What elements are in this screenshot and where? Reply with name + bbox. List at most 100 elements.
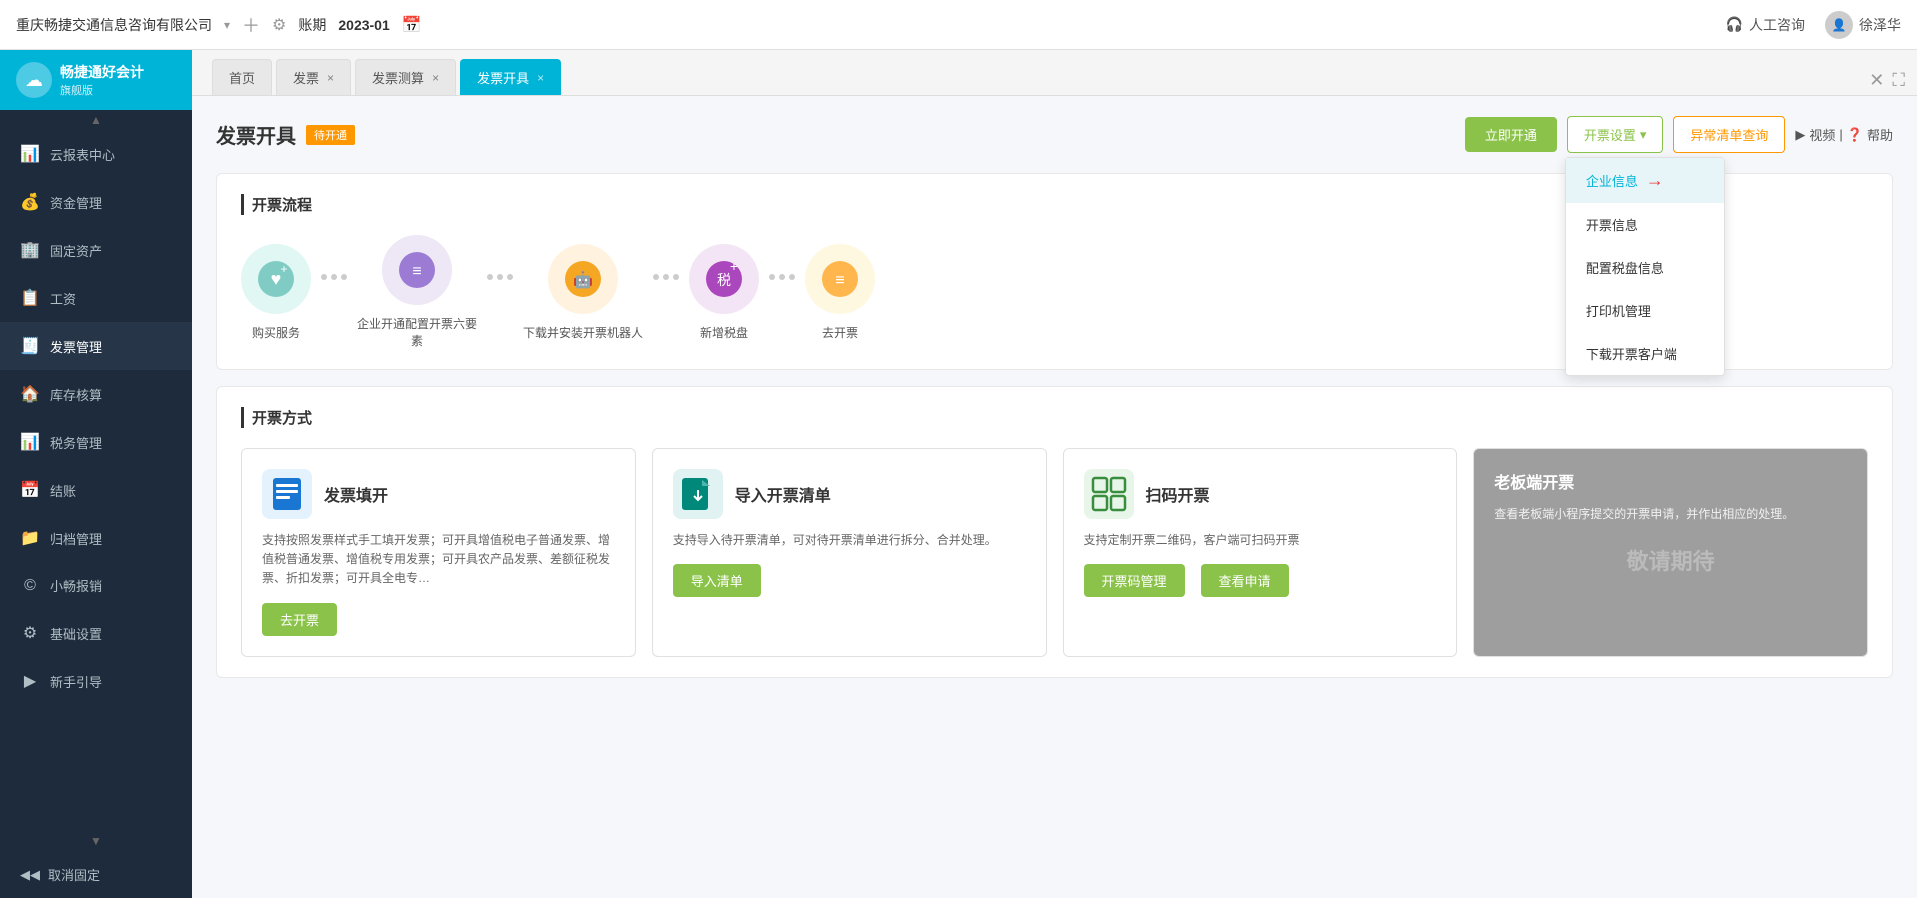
svg-text:≡: ≡: [412, 263, 421, 280]
cancel-fixed-button[interactable]: ◀◀ 取消固定: [0, 851, 192, 898]
sidebar-item-label: 发票管理: [50, 337, 102, 356]
sidebar-item-fund[interactable]: 💰 资金管理: [0, 178, 192, 226]
sidebar-item-guide[interactable]: ▶ 新手引导: [0, 657, 192, 705]
maximize-icon[interactable]: ⛶: [1892, 70, 1905, 91]
method-cards: 发票填开 支持按照发票样式手工填开发票；可开具增值税电子普通发票、增值税普通发票…: [241, 448, 1868, 657]
fill-desc: 支持按照发票样式手工填开发票；可开具增值税电子普通发票、增值税普通发票、增值税专…: [262, 531, 615, 589]
user-info[interactable]: 👤 徐泽华: [1825, 11, 1901, 39]
service-button[interactable]: 🎧 人工咨询: [1726, 15, 1805, 35]
method-card-fill: 发票填开 支持按照发票样式手工填开发票；可开具增值税电子普通发票、增值税普通发票…: [241, 448, 636, 657]
connector-3: [651, 274, 681, 280]
exception-button[interactable]: 异常清单查询: [1673, 116, 1785, 153]
sidebar-item-label: 结账: [50, 481, 76, 500]
sidebar-scroll-up[interactable]: ▲: [0, 110, 192, 130]
activate-button[interactable]: 立即开通: [1465, 117, 1557, 152]
boss-title: 老板端开票: [1494, 469, 1574, 493]
buy-label: 购买服务: [252, 324, 300, 341]
sidebar-item-label: 基础设置: [50, 624, 102, 643]
sidebar-item-label: 归档管理: [50, 529, 102, 548]
svg-text:+: +: [280, 262, 287, 276]
sidebar-logo: ☁ 畅捷通好会计 旗舰版: [0, 50, 192, 110]
method-card-boss: 老板端开票 查看老板端小程序提交的开票申请，并作出相应的处理。 敬请期待: [1473, 448, 1868, 657]
sidebar-item-report[interactable]: © 小畅报销: [0, 562, 192, 609]
sidebar-item-label: 云报表中心: [50, 145, 115, 164]
sidebar-item-fixed-asset[interactable]: 🏢 固定资产: [0, 226, 192, 274]
sidebar-item-label: 小畅报销: [50, 576, 102, 595]
sidebar-scroll-down[interactable]: ▼: [0, 831, 192, 851]
connector-1: [319, 274, 349, 280]
archive-icon: 📁: [20, 528, 40, 548]
qrcode-manage-button[interactable]: 开票码管理: [1084, 564, 1185, 597]
configure-label: 企业开通配置开票六要素: [357, 315, 477, 349]
connector-2: [485, 274, 515, 280]
scan-title: 扫码开票: [1146, 482, 1210, 506]
add-disk-label: 新增税盘: [700, 324, 748, 341]
flow-step-buy: ♥ + 购买服务: [241, 244, 311, 341]
page-title: 发票开具: [216, 120, 296, 149]
tab-invoice-test-close[interactable]: ×: [432, 71, 439, 85]
dropdown-item-download-client[interactable]: 下载开票客户端: [1566, 332, 1724, 375]
methods-section: 开票方式: [216, 386, 1893, 678]
flow-step-add-disk: 税 + 新增税盘: [689, 244, 759, 341]
add-disk-icon: 税 +: [689, 244, 759, 314]
tab-home-label: 首页: [229, 68, 255, 87]
company-dropdown-icon[interactable]: ▾: [224, 18, 230, 32]
tax-icon: 📊: [20, 432, 40, 452]
tab-invoice-test[interactable]: 发票测算 ×: [355, 59, 456, 95]
inventory-icon: 🏠: [20, 384, 40, 404]
dropdown-invoice-info-label: 开票信息: [1586, 215, 1638, 234]
tab-invoice-close[interactable]: ×: [327, 71, 334, 85]
tab-bar: 首页 发票 × 发票测算 × 发票开具 × ✕ ⛶: [192, 50, 1917, 96]
sidebar-item-settlement[interactable]: 📅 结账: [0, 466, 192, 514]
fill-title: 发票填开: [324, 482, 388, 506]
tab-invoice-label: 发票: [293, 68, 319, 87]
fill-go-button[interactable]: 去开票: [262, 603, 337, 636]
tab-invoice-test-label: 发票测算: [372, 68, 424, 87]
import-header: 导入开票清单: [673, 469, 1026, 519]
video-button[interactable]: ▶ 视频 | ❓ 帮助: [1795, 125, 1893, 144]
add-tab-icon[interactable]: ＋: [242, 12, 260, 38]
dropdown-item-tax-disk[interactable]: 配置税盘信息: [1566, 246, 1724, 289]
cancel-label: 取消固定: [48, 865, 100, 884]
sidebar-item-cloud-report[interactable]: 📊 云报表中心: [0, 130, 192, 178]
dropdown-item-invoice-info[interactable]: 开票信息: [1566, 203, 1724, 246]
dropdown-tax-disk-label: 配置税盘信息: [1586, 258, 1664, 277]
headphone-icon: 🎧: [1726, 16, 1743, 33]
settlement-icon: 📅: [20, 480, 40, 500]
tab-invoice[interactable]: 发票 ×: [276, 59, 351, 95]
sidebar-item-label: 固定资产: [50, 241, 102, 260]
period-value: 2023-01: [338, 17, 389, 33]
page-actions: 立即开通 开票设置 ▾ 异常清单查询 ▶ 视频 | ❓ 帮助: [1465, 116, 1893, 153]
sidebar-item-payroll[interactable]: 📋 工资: [0, 274, 192, 322]
method-card-scan: 扫码开票 支持定制开票二维码，客户端可扫码开票 开票码管理 查看申请: [1063, 448, 1458, 657]
sidebar-item-label: 资金管理: [50, 193, 102, 212]
download-label: 下载并安装开票机器人: [523, 324, 643, 341]
settings-button[interactable]: 开票设置 ▾: [1567, 116, 1664, 153]
sidebar-item-inventory[interactable]: 🏠 库存核算: [0, 370, 192, 418]
sidebar-item-label: 工资: [50, 289, 76, 308]
dropdown-item-company-info[interactable]: 企业信息 →: [1566, 158, 1724, 203]
svg-text:+: +: [730, 259, 738, 274]
sidebar-item-invoice-mgmt[interactable]: 🧾 发票管理: [0, 322, 192, 370]
import-desc: 支持导入待开票清单，可对待开票清单进行拆分、合并处理。: [673, 531, 1026, 550]
sidebar-item-archive[interactable]: 📁 归档管理: [0, 514, 192, 562]
invoice-mgmt-icon: 🧾: [20, 336, 40, 356]
sidebar-item-basic[interactable]: ⚙ 基础设置: [0, 609, 192, 657]
close-window-icon[interactable]: ✕: [1869, 70, 1884, 91]
sidebar-item-tax[interactable]: 📊 税务管理: [0, 418, 192, 466]
calendar-icon[interactable]: 📅: [402, 15, 422, 35]
period-label: 账期: [298, 15, 326, 35]
import-button[interactable]: 导入清单: [673, 564, 761, 597]
view-apply-button[interactable]: 查看申请: [1201, 564, 1289, 597]
settings-chevron-icon: ▾: [1640, 127, 1647, 143]
settings-icon[interactable]: ⚙: [272, 15, 286, 35]
page-header: 发票开具 待开通 立即开通 开票设置 ▾ 异常清单查询 ▶ 视频: [216, 116, 1893, 153]
top-bar: 重庆畅捷交通信息咨询有限公司 ▾ ＋ ⚙ 账期 2023-01 📅 🎧 人工咨询…: [0, 0, 1917, 50]
fund-icon: 💰: [20, 192, 40, 212]
tab-invoice-issue[interactable]: 发票开具 ×: [460, 59, 561, 95]
guide-icon: ▶: [20, 671, 40, 691]
dropdown-item-printer[interactable]: 打印机管理: [1566, 289, 1724, 332]
tab-home[interactable]: 首页: [212, 59, 272, 95]
tab-invoice-issue-close[interactable]: ×: [537, 71, 544, 85]
cancel-icon: ◀◀: [20, 867, 40, 883]
